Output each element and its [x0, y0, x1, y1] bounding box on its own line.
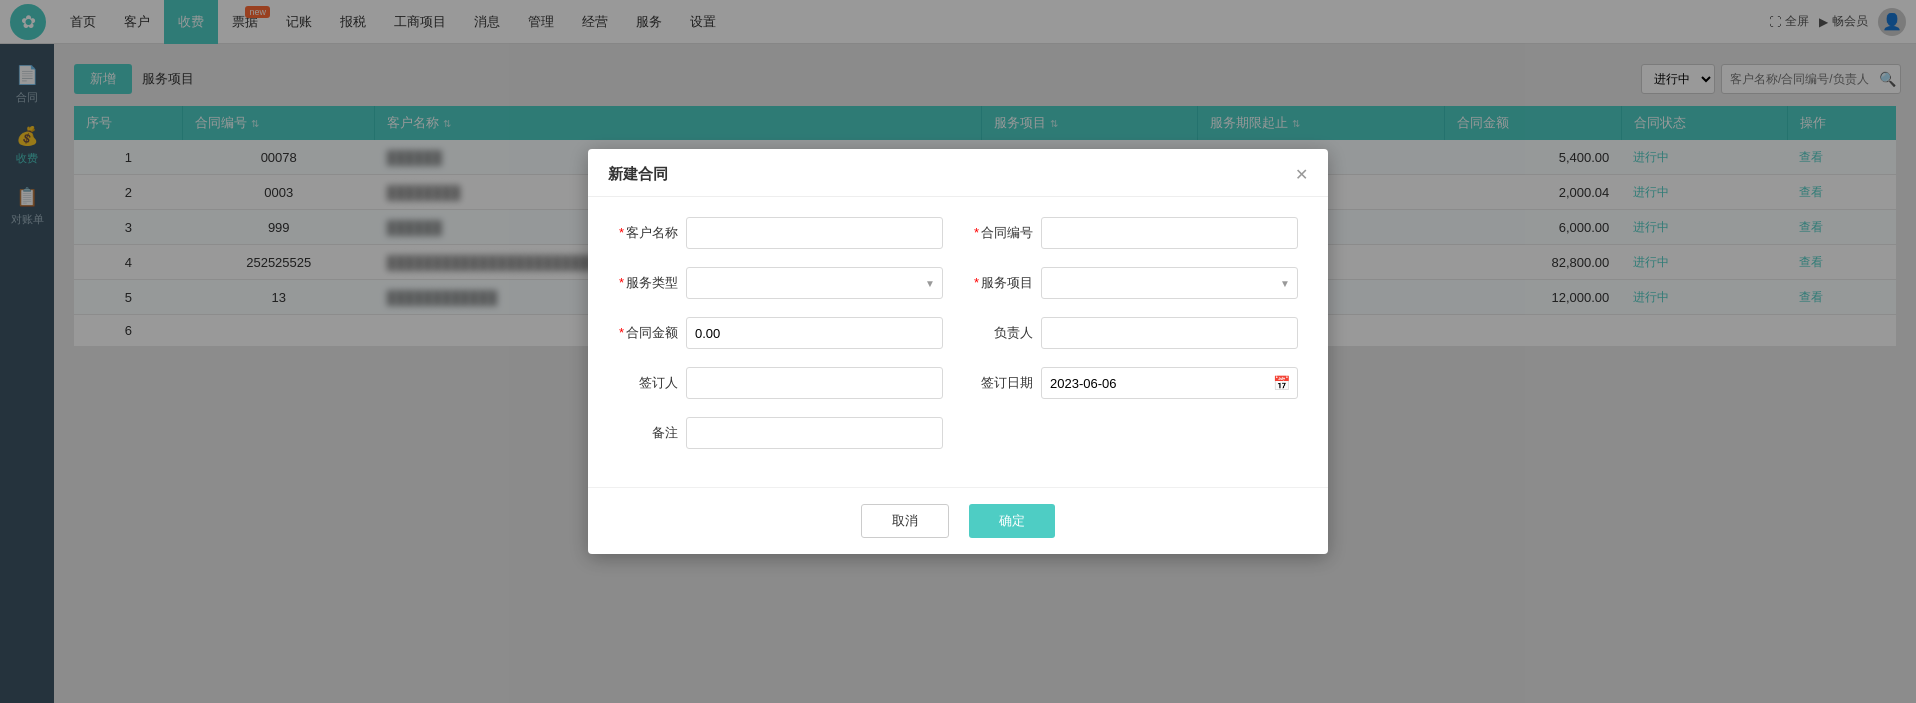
service-type-label: *服务类型: [618, 274, 678, 292]
confirm-button[interactable]: 确定: [969, 504, 1055, 538]
field-responsible: 负责人: [973, 317, 1298, 349]
contract-no-input[interactable]: [1041, 217, 1298, 249]
contract-no-label: *合同编号: [973, 224, 1033, 242]
form-row-1: *客户名称 *合同编号: [618, 217, 1298, 249]
required-star-5: *: [619, 325, 624, 340]
form-row-4: 签订人 签订日期 📅: [618, 367, 1298, 399]
modal-overlay: 新建合同 ✕ *客户名称 *合同编号: [0, 0, 1916, 703]
signer-label: 签订人: [618, 374, 678, 392]
field-contract-no: *合同编号: [973, 217, 1298, 249]
service-item-label: *服务项目: [973, 274, 1033, 292]
service-type-wrapper: ▼: [686, 267, 943, 299]
service-item-wrapper: ▼: [1041, 267, 1298, 299]
required-star-4: *: [974, 275, 979, 290]
responsible-label: 负责人: [973, 324, 1033, 342]
remarks-label: 备注: [618, 424, 678, 442]
service-type-select[interactable]: [686, 267, 943, 299]
form-row-3: *合同金额 负责人: [618, 317, 1298, 349]
required-star-2: *: [974, 225, 979, 240]
customer-name-input[interactable]: [686, 217, 943, 249]
modal-title: 新建合同: [608, 165, 668, 184]
sign-date-label: 签订日期: [973, 374, 1033, 392]
form-row-2: *服务类型 ▼ *服务项目: [618, 267, 1298, 299]
service-item-select[interactable]: [1041, 267, 1298, 299]
field-service-item: *服务项目 ▼: [973, 267, 1298, 299]
required-star: *: [619, 225, 624, 240]
field-signer: 签订人: [618, 367, 943, 399]
remarks-input[interactable]: [686, 417, 943, 449]
contract-amount-label: *合同金额: [618, 324, 678, 342]
sign-date-wrapper: 📅: [1041, 367, 1298, 399]
remarks-spacer: [973, 417, 1298, 449]
cancel-button[interactable]: 取消: [861, 504, 949, 538]
field-customer-name: *客户名称: [618, 217, 943, 249]
customer-name-label: *客户名称: [618, 224, 678, 242]
signer-input[interactable]: [686, 367, 943, 399]
field-remarks: 备注: [618, 417, 943, 449]
modal-footer: 取消 确定: [588, 487, 1328, 554]
new-contract-modal: 新建合同 ✕ *客户名称 *合同编号: [588, 149, 1328, 554]
modal-header: 新建合同 ✕: [588, 149, 1328, 197]
sign-date-input[interactable]: [1041, 367, 1298, 399]
field-sign-date: 签订日期 📅: [973, 367, 1298, 399]
required-star-3: *: [619, 275, 624, 290]
form-row-5: 备注: [618, 417, 1298, 449]
responsible-input[interactable]: [1041, 317, 1298, 349]
modal-body: *客户名称 *合同编号 *服务类型: [588, 197, 1328, 487]
field-contract-amount: *合同金额: [618, 317, 943, 349]
field-service-type: *服务类型 ▼: [618, 267, 943, 299]
modal-close-button[interactable]: ✕: [1295, 165, 1308, 184]
contract-amount-input[interactable]: [686, 317, 943, 349]
